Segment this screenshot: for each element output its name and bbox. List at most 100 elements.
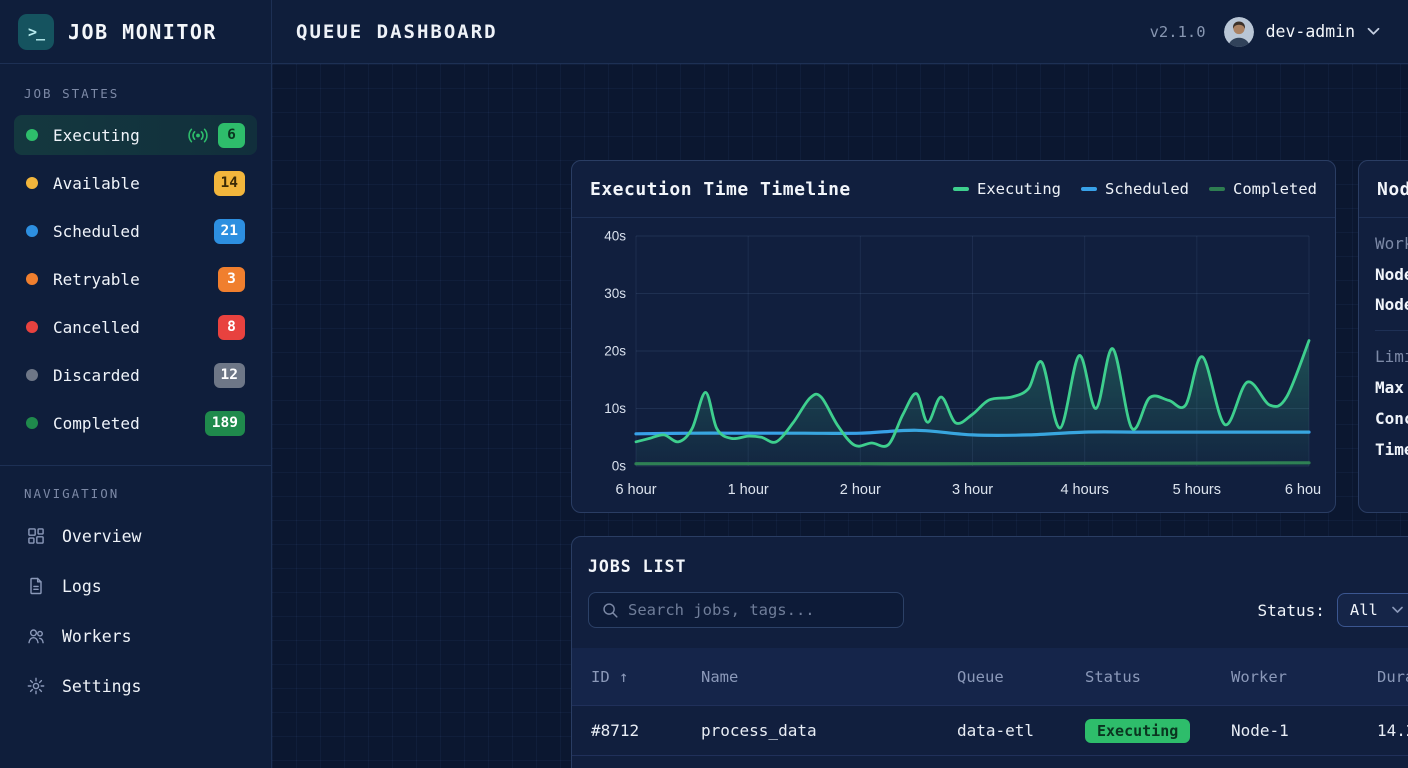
jobs-list-panel: JOBS LIST Status: All bbox=[571, 536, 1408, 768]
search-input[interactable] bbox=[628, 601, 903, 619]
limit-row: Concurrent Jobs: 30 bbox=[1375, 409, 1408, 428]
job-states-list: Executing 6 Available 14 Scheduled 21 Retryabl… bbox=[0, 115, 271, 443]
app-title: JOB MONITOR bbox=[68, 19, 217, 44]
column-header-name[interactable]: Name bbox=[682, 668, 938, 686]
count-badge: 12 bbox=[213, 362, 245, 388]
live-broadcast-icon bbox=[186, 128, 210, 143]
column-header-id[interactable]: ID ↑ bbox=[572, 668, 682, 686]
sidebar-item-cancelled[interactable]: Cancelled 8 bbox=[14, 307, 257, 347]
state-dot bbox=[26, 129, 38, 141]
job-worker: Node-1 bbox=[1231, 721, 1289, 740]
status-badge: Executing bbox=[1085, 718, 1191, 743]
nodes-panel-title: Nodes & Queue Limits bbox=[1377, 178, 1408, 200]
navigation-list: Overview Logs Workers Settings bbox=[0, 515, 271, 707]
limit-label: Concurrent Jobs: bbox=[1375, 409, 1408, 428]
state-dot bbox=[26, 225, 38, 237]
sidebar-item-settings[interactable]: Settings bbox=[14, 665, 257, 707]
main-content: Execution Time Timeline Executing Schedul… bbox=[272, 64, 1408, 768]
sidebar-item-scheduled[interactable]: Scheduled 21 bbox=[14, 211, 257, 251]
navigation-section-label: NAVIGATION bbox=[24, 486, 120, 501]
nav-label: Logs bbox=[62, 576, 102, 596]
legend-swatch bbox=[1209, 187, 1225, 191]
count-badge: 14 bbox=[213, 170, 245, 196]
node-status-row: Node-1: 6/10 jobs 85% cpu bbox=[1375, 265, 1408, 284]
app-brand[interactable]: >_ JOB MONITOR bbox=[0, 0, 272, 63]
legend-item-executing[interactable]: Executing bbox=[953, 180, 1061, 198]
sidebar-item-workers[interactable]: Workers bbox=[14, 615, 257, 657]
job-queue: data-etl bbox=[957, 721, 1035, 740]
state-label: Discarded bbox=[53, 365, 140, 385]
svg-text:2 hour: 2 hour bbox=[840, 482, 881, 498]
state-label: Scheduled bbox=[53, 221, 140, 241]
sidebar-item-executing[interactable]: Executing 6 bbox=[14, 115, 257, 155]
nav-label: Settings bbox=[62, 676, 142, 696]
jobs-search bbox=[588, 592, 904, 628]
node-name: Node-2: bbox=[1375, 295, 1408, 314]
limit-row: Timeout: 300s bbox=[1375, 440, 1408, 459]
count-badge: 189 bbox=[204, 410, 245, 436]
terminal-logo-icon: >_ bbox=[18, 13, 54, 50]
svg-text:3 hour: 3 hour bbox=[952, 482, 993, 498]
sidebar-item-discarded[interactable]: Discarded 12 bbox=[14, 355, 257, 395]
nodes-queue-limits-panel: Nodes & Queue Limits Worker Status Node-… bbox=[1358, 160, 1408, 513]
top-bar-main: QUEUE DASHBOARD v2.1.0 dev-admin bbox=[272, 16, 1408, 47]
job-duration: 14.2s bbox=[1377, 721, 1408, 740]
search-icon bbox=[601, 601, 619, 619]
status-filter-value: All bbox=[1349, 601, 1378, 619]
count-badge: 6 bbox=[218, 122, 245, 148]
state-label: Cancelled bbox=[53, 317, 140, 337]
grid-icon bbox=[26, 526, 46, 546]
jobs-filters: Status: All Queue: Default bbox=[1257, 593, 1408, 627]
job-name: process_data bbox=[701, 721, 817, 740]
sidebar-item-retryable[interactable]: Retryable 3 bbox=[14, 259, 257, 299]
sidebar-item-completed[interactable]: Completed 189 bbox=[14, 403, 257, 443]
chart-title: Execution Time Timeline bbox=[590, 178, 851, 200]
execution-timeline-panel: Execution Time Timeline Executing Schedul… bbox=[571, 160, 1336, 513]
avatar[interactable] bbox=[1223, 16, 1254, 47]
node-status-row: Node-2: 4/10 jobs 72% cpu bbox=[1375, 295, 1408, 314]
column-header-duration[interactable]: Duration bbox=[1358, 668, 1408, 686]
svg-text:30s: 30s bbox=[604, 286, 626, 301]
table-row[interactable]: #8711…send_email...mailer...CompletedNod… bbox=[572, 755, 1408, 768]
svg-text:6 hour: 6 hour bbox=[615, 482, 656, 498]
state-dot bbox=[26, 273, 38, 285]
users-icon bbox=[26, 626, 46, 646]
sidebar-divider bbox=[0, 465, 271, 466]
column-header-queue[interactable]: Queue bbox=[938, 668, 1066, 686]
state-label: Retryable bbox=[53, 269, 140, 289]
nodes-panel-header: Nodes & Queue Limits bbox=[1359, 161, 1408, 218]
column-header-status[interactable]: Status bbox=[1066, 668, 1212, 686]
state-dot bbox=[26, 177, 38, 189]
table-row[interactable]: #8712 process_data data-etl Executing Node-1… bbox=[572, 705, 1408, 755]
page-title: QUEUE DASHBOARD bbox=[296, 20, 498, 43]
job-status: Executing bbox=[1066, 718, 1212, 743]
legend-swatch bbox=[953, 187, 969, 191]
chevron-down-icon bbox=[1392, 606, 1403, 613]
legend-label: Completed bbox=[1233, 180, 1317, 198]
state-dot bbox=[26, 417, 38, 429]
svg-text:5 hours: 5 hours bbox=[1173, 482, 1221, 498]
nav-label: Overview bbox=[62, 526, 142, 546]
count-badge: 3 bbox=[218, 266, 245, 292]
legend-item-scheduled[interactable]: Scheduled bbox=[1081, 180, 1189, 198]
limit-label: Max Workers: bbox=[1375, 378, 1408, 397]
sidebar-item-overview[interactable]: Overview bbox=[14, 515, 257, 557]
legend-item-completed[interactable]: Completed bbox=[1209, 180, 1317, 198]
username[interactable]: dev-admin bbox=[1266, 22, 1355, 41]
execution-chart: 0s 10s 20s 30s 40s 6 hour 1 hour 2 hour 3 hour 4 … bbox=[604, 229, 1333, 499]
status-filter-select[interactable]: All bbox=[1336, 593, 1408, 627]
legend-label: Executing bbox=[977, 180, 1061, 198]
legend-label: Scheduled bbox=[1105, 180, 1189, 198]
state-dot bbox=[26, 369, 38, 381]
column-header-worker[interactable]: Worker bbox=[1212, 668, 1358, 686]
job-id-link[interactable]: #8712 bbox=[572, 721, 682, 740]
svg-text:40s: 40s bbox=[604, 229, 626, 244]
state-dot bbox=[26, 321, 38, 333]
sidebar-item-available[interactable]: Available 14 bbox=[14, 163, 257, 203]
jobs-controls-row: Status: All Queue: Default bbox=[588, 592, 1408, 628]
count-badge: 8 bbox=[218, 314, 245, 340]
svg-text:20s: 20s bbox=[604, 344, 626, 359]
user-menu-chevron[interactable] bbox=[1367, 27, 1380, 36]
sidebar-item-logs[interactable]: Logs bbox=[14, 565, 257, 607]
node-name: Node-1: bbox=[1375, 265, 1408, 284]
